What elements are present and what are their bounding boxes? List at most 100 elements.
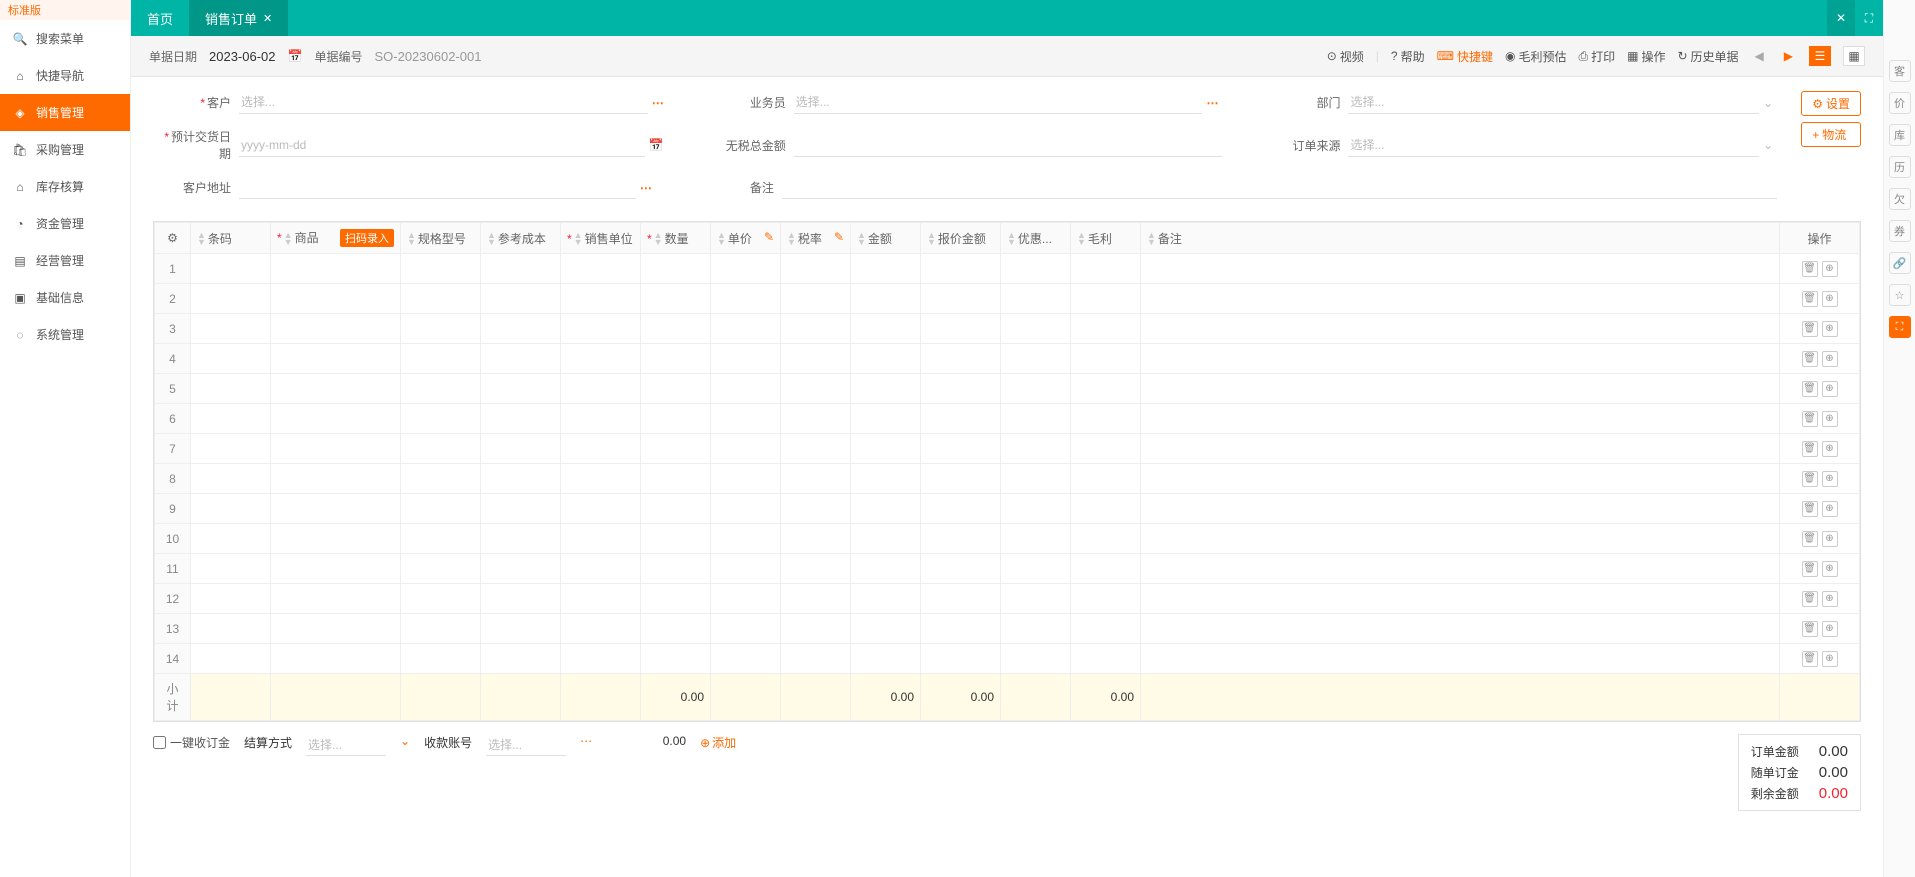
rail-star-icon[interactable]: ☆ — [1889, 284, 1911, 306]
sidebar-item-house[interactable]: ⌂库存核算 — [0, 168, 130, 205]
address-input[interactable] — [239, 176, 636, 199]
rail-link-icon[interactable]: 🔗 — [1889, 252, 1911, 274]
date-value[interactable]: 2023-06-02 — [209, 49, 276, 64]
table-row[interactable]: 4🗑⊕ — [155, 344, 1860, 374]
row-copy-icon[interactable]: ⊕ — [1822, 351, 1838, 367]
table-row[interactable]: 10🗑⊕ — [155, 524, 1860, 554]
price-edit-icon[interactable]: ✎ — [764, 230, 774, 244]
row-copy-icon[interactable]: ⊕ — [1822, 531, 1838, 547]
row-copy-icon[interactable]: ⊕ — [1822, 621, 1838, 637]
row-delete-icon[interactable]: 🗑 — [1802, 531, 1818, 547]
tab-销售订单[interactable]: 销售订单✕ — [189, 0, 288, 36]
tax-edit-icon[interactable]: ✎ — [834, 230, 844, 244]
account-select[interactable]: 选择... — [486, 734, 566, 756]
video-action[interactable]: ⊙视频 — [1327, 48, 1364, 65]
rail-库-icon[interactable]: 库 — [1889, 124, 1911, 146]
row-copy-icon[interactable]: ⊕ — [1822, 321, 1838, 337]
order-source-input[interactable] — [1348, 134, 1759, 157]
tab-close-all[interactable]: ✕ — [1827, 0, 1855, 36]
row-copy-icon[interactable]: ⊕ — [1822, 591, 1838, 607]
table-row[interactable]: 12🗑⊕ — [155, 584, 1860, 614]
shortcut-action[interactable]: ⌨快捷键 — [1437, 48, 1493, 65]
row-delete-icon[interactable]: 🗑 — [1802, 561, 1818, 577]
row-copy-icon[interactable]: ⊕ — [1822, 441, 1838, 457]
row-delete-icon[interactable]: 🗑 — [1802, 381, 1818, 397]
sidebar-item-chart[interactable]: ▤经营管理 — [0, 242, 130, 279]
row-delete-icon[interactable]: 🗑 — [1802, 591, 1818, 607]
operate-action[interactable]: ▦操作 — [1627, 48, 1665, 65]
add-button[interactable]: ⊕添加 — [700, 734, 736, 751]
logistics-button[interactable]: +物流 — [1801, 122, 1861, 147]
row-copy-icon[interactable]: ⊕ — [1822, 561, 1838, 577]
rail-欠-icon[interactable]: 欠 — [1889, 188, 1911, 210]
next-doc-icon[interactable]: ▶ — [1780, 49, 1797, 63]
notax-total-input[interactable] — [794, 134, 1223, 157]
salesman-more-icon[interactable]: ⋯ — [1202, 96, 1222, 110]
view-grid-icon[interactable]: ▦ — [1843, 46, 1865, 66]
table-row[interactable]: 7🗑⊕ — [155, 434, 1860, 464]
row-copy-icon[interactable]: ⊕ — [1822, 651, 1838, 667]
dept-chevron-icon[interactable]: ⌄ — [1759, 96, 1777, 110]
table-row[interactable]: 5🗑⊕ — [155, 374, 1860, 404]
customer-input[interactable] — [239, 91, 648, 114]
profit-action[interactable]: ◉毛利预估 — [1505, 48, 1567, 65]
table-row[interactable]: 9🗑⊕ — [155, 494, 1860, 524]
deposit-checkbox[interactable]: 一键收订金 — [153, 734, 230, 751]
table-row[interactable]: 13🗑⊕ — [155, 614, 1860, 644]
tab-close-icon[interactable]: ✕ — [263, 12, 272, 25]
row-delete-icon[interactable]: 🗑 — [1802, 261, 1818, 277]
row-delete-icon[interactable]: 🗑 — [1802, 351, 1818, 367]
prev-doc-icon[interactable]: ◀ — [1751, 49, 1768, 63]
tab-fullscreen-icon[interactable]: ⛶ — [1855, 0, 1883, 36]
row-copy-icon[interactable]: ⊕ — [1822, 501, 1838, 517]
sidebar-item-wallet[interactable]: ◔资金管理 — [0, 205, 130, 242]
row-delete-icon[interactable]: 🗑 — [1802, 501, 1818, 517]
row-delete-icon[interactable]: 🗑 — [1802, 651, 1818, 667]
row-copy-icon[interactable]: ⊕ — [1822, 291, 1838, 307]
delivery-calendar-icon[interactable]: 📅 — [645, 138, 668, 152]
row-delete-icon[interactable]: 🗑 — [1802, 411, 1818, 427]
address-more-icon[interactable]: ⋯ — [636, 181, 656, 195]
row-delete-icon[interactable]: 🗑 — [1802, 621, 1818, 637]
scan-badge[interactable]: 扫码录入 — [340, 229, 394, 247]
row-delete-icon[interactable]: 🗑 — [1802, 441, 1818, 457]
dept-input[interactable] — [1348, 91, 1759, 114]
view-list-icon[interactable]: ☰ — [1809, 46, 1831, 66]
settle-chevron-icon[interactable]: ⌄ — [400, 734, 410, 748]
rail-券-icon[interactable]: 券 — [1889, 220, 1911, 242]
settings-button[interactable]: ⚙设置 — [1801, 91, 1861, 116]
row-copy-icon[interactable]: ⊕ — [1822, 381, 1838, 397]
row-copy-icon[interactable]: ⊕ — [1822, 471, 1838, 487]
row-copy-icon[interactable]: ⊕ — [1822, 261, 1838, 277]
help-action[interactable]: ?帮助 — [1391, 48, 1425, 65]
row-delete-icon[interactable]: 🗑 — [1802, 291, 1818, 307]
sidebar-item-db[interactable]: ▣基础信息 — [0, 279, 130, 316]
table-row[interactable]: 3🗑⊕ — [155, 314, 1860, 344]
rail-客-icon[interactable]: 客 — [1889, 60, 1911, 82]
remark-input[interactable] — [782, 176, 1777, 199]
customer-more-icon[interactable]: ⋯ — [648, 96, 668, 110]
calendar-icon[interactable]: 📅 — [288, 49, 303, 63]
sidebar-item-bag[interactable]: 🛍采购管理 — [0, 131, 130, 168]
settle-select[interactable]: 选择... — [306, 734, 386, 756]
table-row[interactable]: 8🗑⊕ — [155, 464, 1860, 494]
row-copy-icon[interactable]: ⊕ — [1822, 411, 1838, 427]
history-action[interactable]: ↻历史单据 — [1677, 48, 1738, 65]
table-row[interactable]: 14🗑⊕ — [155, 644, 1860, 674]
row-delete-icon[interactable]: 🗑 — [1802, 471, 1818, 487]
sidebar-item-search[interactable]: 🔍搜索菜单 — [0, 20, 130, 57]
rail-价-icon[interactable]: 价 — [1889, 92, 1911, 114]
table-row[interactable]: 11🗑⊕ — [155, 554, 1860, 584]
row-delete-icon[interactable]: 🗑 — [1802, 321, 1818, 337]
sidebar-item-gear[interactable]: ◌系统管理 — [0, 316, 130, 353]
print-action[interactable]: ⎙打印 — [1578, 48, 1615, 65]
sidebar-item-cube[interactable]: ◈销售管理 — [0, 94, 130, 131]
rail-expand-icon[interactable]: ⛶ — [1889, 316, 1911, 338]
rail-历-icon[interactable]: 历 — [1889, 156, 1911, 178]
table-settings-icon[interactable]: ⚙ — [155, 223, 191, 254]
source-chevron-icon[interactable]: ⌄ — [1759, 138, 1777, 152]
salesman-input[interactable] — [794, 91, 1203, 114]
delivery-date-input[interactable] — [239, 134, 645, 157]
account-more-icon[interactable]: ⋯ — [580, 734, 592, 748]
sidebar-item-home[interactable]: ⌂快捷导航 — [0, 57, 130, 94]
